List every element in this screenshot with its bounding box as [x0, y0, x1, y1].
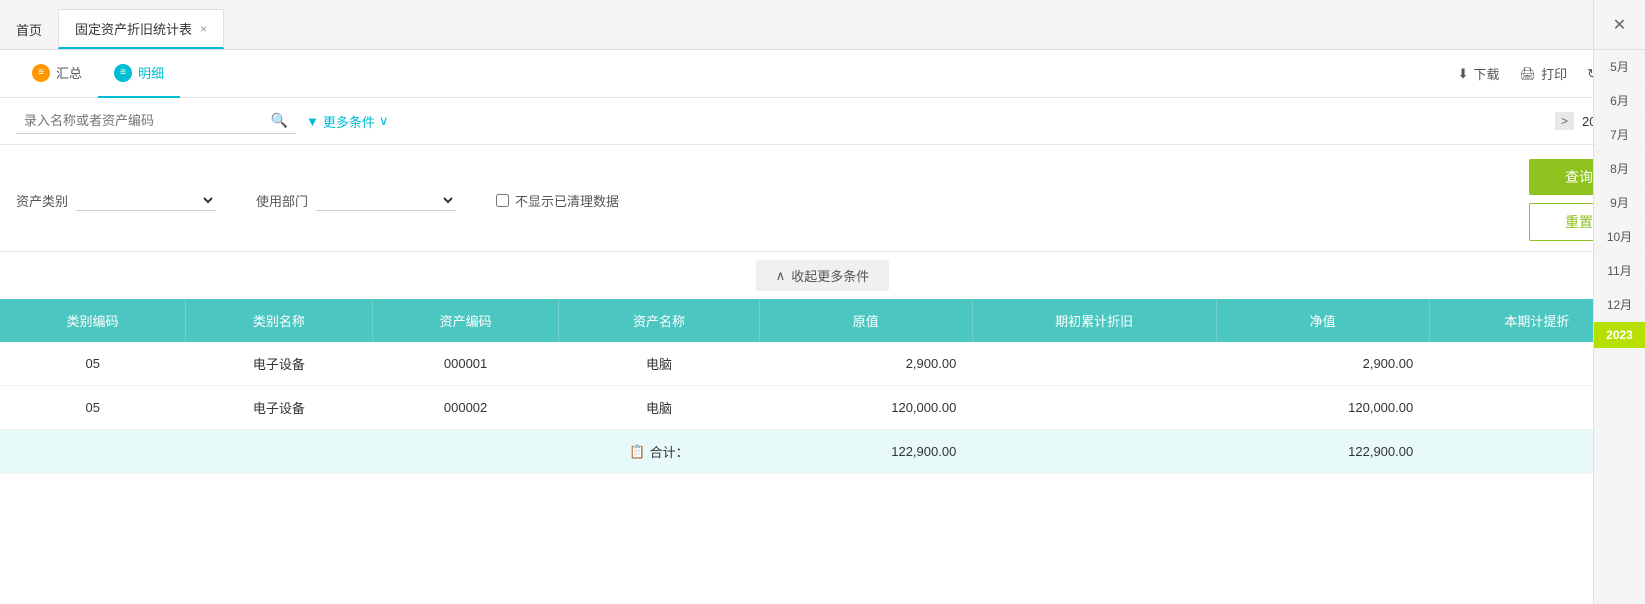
print-button[interactable]: 🖨 打印 — [1520, 64, 1568, 83]
tab-active[interactable]: 固定资产折旧统计表 × — [58, 9, 224, 49]
row2-net-value: 120,000.00 — [1216, 386, 1429, 430]
department-select[interactable] — [316, 189, 456, 211]
month-12[interactable]: 12月 — [1594, 288, 1645, 322]
chevron-down-icon: ∨ — [379, 113, 389, 129]
total-original-value: 122,900.00 — [759, 430, 972, 474]
tab-close-button[interactable]: × — [200, 22, 207, 36]
month-11[interactable]: 11月 — [1594, 254, 1645, 288]
hide-cleared-checkbox[interactable] — [496, 194, 509, 207]
download-icon: ⬇ — [1458, 66, 1469, 82]
month-5[interactable]: 5月 — [1594, 50, 1645, 84]
year-badge: 2023 — [1594, 322, 1645, 348]
sub-tabs: ≡ 汇总 ≡ 明细 — [16, 50, 180, 98]
col-header-original-value: 原值 — [759, 299, 972, 342]
row2-asset-name: 电脑 — [559, 386, 759, 430]
month-7[interactable]: 7月 — [1594, 118, 1645, 152]
more-conditions-button[interactable]: ▼ 更多条件 ∨ — [306, 112, 388, 131]
total-net-value: 122,900.00 — [1216, 430, 1429, 474]
mingxi-icon: ≡ — [114, 64, 132, 82]
expand-date-button[interactable]: > — [1555, 112, 1574, 130]
row1-category-name: 电子设备 — [186, 342, 373, 386]
sub-tab-huizong[interactable]: ≡ 汇总 — [16, 50, 98, 98]
table-row: 05 电子设备 000002 电脑 120,000.00 120,000.00 — [0, 386, 1645, 430]
col-header-net-value: 净值 — [1216, 299, 1429, 342]
filter-bar: 🔍 ▼ 更多条件 ∨ > 2023.01 — [0, 98, 1645, 145]
download-label: 下载 — [1474, 64, 1500, 83]
filter-icon: ▼ — [306, 114, 319, 129]
total-accumulated-dep — [972, 430, 1216, 474]
huizong-label: 汇总 — [56, 63, 82, 82]
row2-original-value: 120,000.00 — [759, 386, 972, 430]
hide-cleared-label: 不显示已清理数据 — [515, 191, 619, 210]
data-table-container: 类别编码 类别名称 资产编码 资产名称 原值 期初累计折旧 净值 本期计提折 0… — [0, 299, 1645, 604]
total-empty — [0, 430, 559, 474]
total-row: 📋 合计： 122,900.00 122,900.00 — [0, 430, 1645, 474]
col-header-category-name: 类别名称 — [186, 299, 373, 342]
filter-row: 资产类别 使用部门 不显示已清理数据 查询 重置 — [16, 159, 1629, 241]
row1-original-value: 2,900.00 — [759, 342, 972, 386]
col-header-accumulated-dep: 期初累计折旧 — [972, 299, 1216, 342]
department-label: 使用部门 — [256, 191, 308, 210]
row2-category-code: 05 — [0, 386, 186, 430]
sub-tab-bar: ≡ 汇总 ≡ 明细 ⬇ 下载 🖨 打印 ↻ 刷新 — [0, 50, 1645, 98]
col-header-category-code: 类别编码 — [0, 299, 186, 342]
print-icon: 🖨 — [1520, 66, 1537, 82]
row2-asset-code: 000002 — [372, 386, 559, 430]
month-8[interactable]: 8月 — [1594, 152, 1645, 186]
row1-asset-name: 电脑 — [559, 342, 759, 386]
collapse-bar: ∧ 收起更多条件 — [0, 252, 1645, 299]
search-input[interactable] — [24, 113, 267, 128]
col-header-asset-code: 资产编码 — [372, 299, 559, 342]
table-row: 05 电子设备 000001 电脑 2,900.00 2,900.00 — [0, 342, 1645, 386]
month-9[interactable]: 9月 — [1594, 186, 1645, 220]
huizong-icon: ≡ — [32, 64, 50, 82]
main-content: 首页 固定资产折旧统计表 × ≡ 汇总 ≡ 明细 ⬇ 下载 🖨 打印 — [0, 0, 1645, 604]
row1-accumulated-dep — [972, 342, 1216, 386]
collapse-button[interactable]: ∧ 收起更多条件 — [756, 260, 890, 291]
more-conditions-label: 更多条件 — [323, 112, 375, 131]
row1-asset-code: 000001 — [372, 342, 559, 386]
collapse-label: 收起更多条件 — [791, 266, 869, 285]
search-icon: 🔍 — [271, 112, 288, 129]
row1-net-value: 2,900.00 — [1216, 342, 1429, 386]
download-button[interactable]: ⬇ 下载 — [1458, 64, 1500, 83]
hide-cleared-field: 不显示已清理数据 — [496, 191, 619, 210]
advanced-filter: 资产类别 使用部门 不显示已清理数据 查询 重置 — [0, 145, 1645, 252]
print-label: 打印 — [1541, 64, 1567, 83]
tab-home[interactable]: 首页 — [0, 9, 58, 49]
month-10[interactable]: 10月 — [1594, 220, 1645, 254]
row1-category-code: 05 — [0, 342, 186, 386]
sub-tab-mingxi[interactable]: ≡ 明细 — [98, 50, 180, 98]
tab-bar: 首页 固定资产折旧统计表 × — [0, 0, 1645, 50]
close-button[interactable]: ✕ — [1594, 0, 1645, 50]
row2-accumulated-dep — [972, 386, 1216, 430]
asset-category-field: 资产类别 — [16, 189, 216, 211]
asset-category-select[interactable] — [76, 189, 216, 211]
col-header-asset-name: 资产名称 — [559, 299, 759, 342]
total-label-text: 合计： — [650, 442, 689, 461]
search-wrapper: 🔍 — [16, 108, 296, 134]
asset-category-label: 资产类别 — [16, 191, 68, 210]
total-icon: 📋 — [629, 444, 645, 460]
collapse-up-icon: ∧ — [776, 268, 786, 284]
row2-category-name: 电子设备 — [186, 386, 373, 430]
department-field: 使用部门 — [256, 189, 456, 211]
mingxi-label: 明细 — [138, 63, 164, 82]
data-table: 类别编码 类别名称 资产编码 资产名称 原值 期初累计折旧 净值 本期计提折 0… — [0, 299, 1645, 474]
total-label-cell: 📋 合计： — [559, 430, 759, 474]
active-tab-label: 固定资产折旧统计表 — [75, 19, 192, 38]
month-6[interactable]: 6月 — [1594, 84, 1645, 118]
right-sidebar: ✕ 5月 6月 7月 8月 9月 10月 11月 12月 2023 — [1593, 0, 1645, 604]
